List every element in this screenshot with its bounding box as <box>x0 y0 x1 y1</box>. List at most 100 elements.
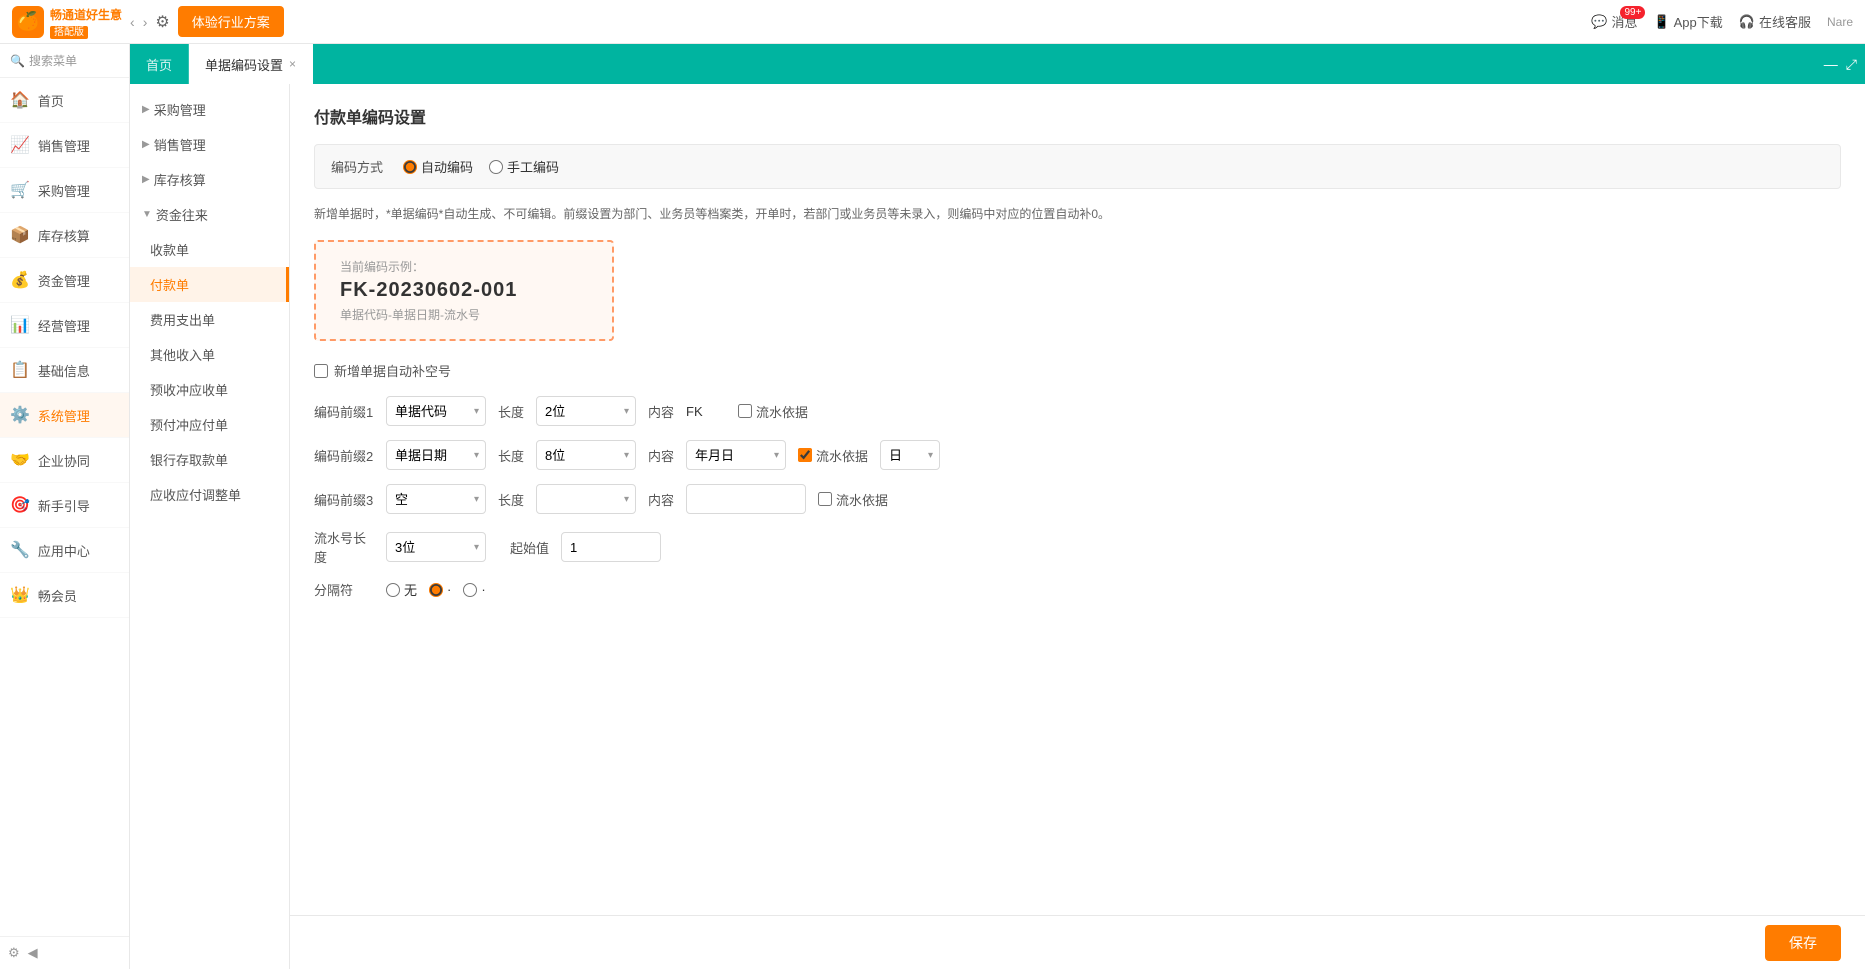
sub-group-header-inventory[interactable]: ▶ 库存核算 <box>130 162 289 197</box>
encoding-radio-group: 自动编码 手工编码 <box>403 157 559 176</box>
enterprise-icon: 🤝 <box>10 450 30 470</box>
app-download-item[interactable]: 📱 App下载 <box>1653 12 1722 31</box>
logo-text: 畅通道好生意 搭配版 <box>50 6 122 38</box>
len3-select-wrapper[interactable]: 2位 4位 ▾ <box>536 484 636 514</box>
sidebar-item-inventory[interactable]: 📦 库存核算 <box>0 213 129 258</box>
tab-close-icon[interactable]: × <box>289 57 296 71</box>
separator-label: 分隔符 <box>314 580 374 599</box>
encoding-method-label: 编码方式 <box>331 157 383 176</box>
serial-len-wrapper[interactable]: 3位 4位 5位 ▾ <box>386 532 486 562</box>
chevron-down-icon: ▼ <box>142 209 152 220</box>
content3-input[interactable] <box>686 484 806 514</box>
len1-arrow: ▾ <box>624 406 629 417</box>
sub-group-header-purchase[interactable]: ▶ 采购管理 <box>130 92 289 127</box>
sub-item-adjust[interactable]: 应收应付调整单 <box>130 477 289 512</box>
tab-bar: 首页 单据编码设置 × — ⤢ <box>130 44 1865 84</box>
prefix3-select-wrapper[interactable]: 单据代码 单据日期 部门 业务员 空 ▾ <box>386 484 486 514</box>
prefix2-select-wrapper[interactable]: 单据代码 单据日期 部门 业务员 空 ▾ <box>386 440 486 470</box>
content-area: 首页 单据编码设置 × — ⤢ ▶ 采购管理 <box>130 44 1865 969</box>
top-nav-controls: ‹ › ⚙ <box>130 12 170 32</box>
sep-dash-option[interactable]: · <box>429 582 451 597</box>
save-button[interactable]: 保存 <box>1765 925 1841 961</box>
message-item[interactable]: 💬 消息 99+ <box>1591 12 1637 31</box>
sidebar-item-member[interactable]: 👑 畅会员 <box>0 573 129 618</box>
settings-bottom-icon[interactable]: ⚙ <box>8 945 20 961</box>
prefix1-select[interactable]: 单据代码 单据日期 部门 业务员 空 <box>395 404 464 419</box>
tab-maximize-icon[interactable]: ⤢ <box>1846 56 1857 73</box>
sidebar-item-home[interactable]: 🏠 首页 <box>0 78 129 123</box>
sep-dot-radio[interactable] <box>463 583 477 597</box>
sub-group-header-fund[interactable]: ▼ 资金往来 <box>130 197 289 232</box>
page-title: 付款单编码设置 <box>314 104 1841 128</box>
sub-group-sales: ▶ 销售管理 <box>130 127 289 162</box>
sidebar-item-system[interactable]: ⚙️ 系统管理 <box>0 393 129 438</box>
sidebar-item-finance[interactable]: 💰 资金管理 <box>0 258 129 303</box>
sub-item-payment[interactable]: 付款单 <box>130 267 289 302</box>
main-layout: 🔍 搜索菜单 🏠 首页 📈 销售管理 🛒 采购管理 📦 库存核算 💰 资金管理 … <box>0 44 1865 969</box>
prefix2-select[interactable]: 单据代码 单据日期 部门 业务员 空 <box>395 448 464 463</box>
auto-encoding-option[interactable]: 自动编码 <box>403 157 473 176</box>
tab-settings[interactable]: 单据编码设置 × <box>189 44 313 84</box>
serial1-checkbox[interactable] <box>738 404 752 418</box>
auto-fill-checkbox[interactable] <box>314 364 328 378</box>
sep-dot-option[interactable]: · <box>463 582 485 597</box>
search-icon: 🔍 <box>10 54 25 68</box>
sidebar-item-newguide[interactable]: 🎯 新手引导 <box>0 483 129 528</box>
auto-encoding-radio[interactable] <box>403 160 417 174</box>
len2-select[interactable]: 2位 4位 6位 8位 <box>545 448 582 463</box>
sub-item-pre-pay[interactable]: 预付冲应付单 <box>130 407 289 442</box>
tab-home[interactable]: 首页 <box>130 44 189 84</box>
app-icon: 📱 <box>1653 14 1669 30</box>
sub-item-receipt[interactable]: 收款单 <box>130 232 289 267</box>
sub-group-header-sales[interactable]: ▶ 销售管理 <box>130 127 289 162</box>
len2-select-wrapper[interactable]: 2位 4位 6位 8位 ▾ <box>536 440 636 470</box>
sidebar-item-purchase[interactable]: 🛒 采购管理 <box>0 168 129 213</box>
prefix1-select-wrapper[interactable]: 单据代码 单据日期 部门 业务员 空 ▾ <box>386 396 486 426</box>
manual-encoding-radio[interactable] <box>489 160 503 174</box>
serial2-checkbox-group: 流水依据 <box>798 446 868 465</box>
tab-bar-actions: — ⤢ <box>1824 56 1865 73</box>
trial-button[interactable]: 体验行业方案 <box>178 6 284 37</box>
sub-item-expense[interactable]: 费用支出单 <box>130 302 289 337</box>
nav-back-icon[interactable]: ‹ <box>130 14 135 30</box>
prefix1-label: 编码前缀1 <box>314 402 374 421</box>
manual-encoding-option[interactable]: 手工编码 <box>489 157 559 176</box>
prefix2-label: 编码前缀2 <box>314 446 374 465</box>
sep-dash-radio[interactable] <box>429 583 443 597</box>
serial2-checkbox[interactable] <box>798 448 812 462</box>
len3-select[interactable]: 2位 4位 <box>545 492 582 507</box>
serial2-unit-select[interactable]: 日 月 年 <box>889 448 919 463</box>
sidebar-item-basic[interactable]: 📋 基础信息 <box>0 348 129 393</box>
sub-item-pre-receive[interactable]: 预收冲应收单 <box>130 372 289 407</box>
chevron-right-icon-3: ▶ <box>142 174 150 185</box>
prefix3-label: 编码前缀3 <box>314 490 374 509</box>
sub-item-other-income[interactable]: 其他收入单 <box>130 337 289 372</box>
content2-select[interactable]: 年月日 年月 年 <box>695 448 751 463</box>
prefix3-select[interactable]: 单据代码 单据日期 部门 业务员 空 <box>395 492 464 507</box>
collapse-icon[interactable]: ◀ <box>28 945 38 961</box>
serial2-unit-wrapper[interactable]: 日 月 年 ▾ <box>880 440 940 470</box>
newguide-icon: 🎯 <box>10 495 30 515</box>
nav-forward-icon[interactable]: › <box>143 14 148 30</box>
sidebar-item-enterprise[interactable]: 🤝 企业协同 <box>0 438 129 483</box>
sep-none-option[interactable]: 无 <box>386 580 417 599</box>
serial3-checkbox[interactable] <box>818 492 832 506</box>
sidebar-item-operations[interactable]: 📊 经营管理 <box>0 303 129 348</box>
sidebar-item-sales[interactable]: 📈 销售管理 <box>0 123 129 168</box>
start-value-input[interactable] <box>561 532 661 562</box>
len1-select[interactable]: 2位 4位 6位 <box>545 404 582 419</box>
online-service-item[interactable]: 🎧 在线客服 <box>1739 12 1811 31</box>
basic-icon: 📋 <box>10 360 30 380</box>
sub-item-bank[interactable]: 银行存取款单 <box>130 442 289 477</box>
content3-label: 内容 <box>648 490 674 509</box>
content2-select-wrapper[interactable]: 年月日 年月 年 ▾ <box>686 440 786 470</box>
search-menu[interactable]: 🔍 搜索菜单 <box>0 44 129 78</box>
user-info[interactable]: Nare <box>1827 15 1853 29</box>
len3-arrow: ▾ <box>624 494 629 505</box>
settings-icon[interactable]: ⚙ <box>155 12 169 32</box>
sep-none-radio[interactable] <box>386 583 400 597</box>
tab-minimize-icon[interactable]: — <box>1824 56 1838 72</box>
serial-len-select[interactable]: 3位 4位 5位 <box>395 540 432 555</box>
len1-select-wrapper[interactable]: 2位 4位 6位 ▾ <box>536 396 636 426</box>
sidebar-item-appcenter[interactable]: 🔧 应用中心 <box>0 528 129 573</box>
